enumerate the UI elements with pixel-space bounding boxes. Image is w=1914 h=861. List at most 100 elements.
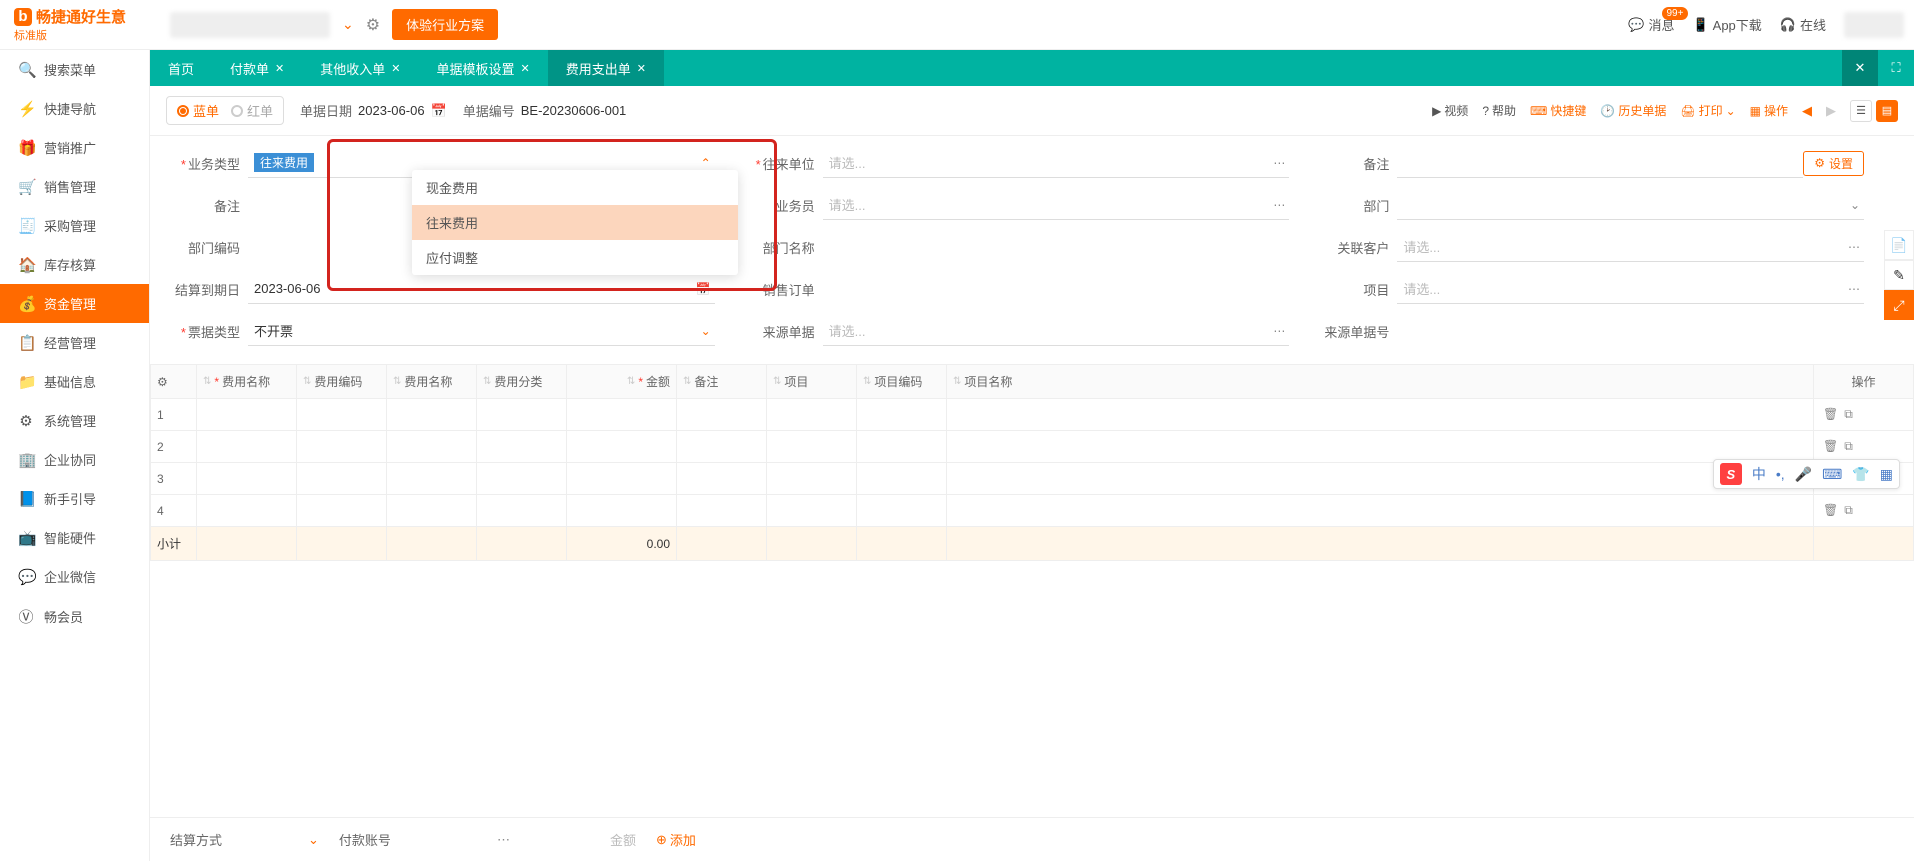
dropdown-option-ar[interactable]: 往来费用 (412, 205, 738, 240)
sidebar-item-search[interactable]: 🔍搜索菜单 (0, 50, 149, 89)
th-gear[interactable]: ⚙ (151, 365, 197, 399)
settle-method[interactable]: 结算方式⌄ (170, 830, 319, 849)
chevron-up-icon[interactable]: ⌃ (701, 156, 711, 170)
sidebar-item-purchase[interactable]: 🧾采购管理 (0, 206, 149, 245)
th-remark[interactable]: ⇅备注 (677, 365, 767, 399)
shortcut-link[interactable]: ⌨快捷键 (1530, 102, 1586, 119)
th-fee-name[interactable]: ⇅*费用名称 (197, 365, 297, 399)
sidebar-item-system[interactable]: ⚙系统管理 (0, 401, 149, 440)
more-icon[interactable]: ⋯ (1273, 324, 1285, 338)
float-note-button[interactable]: 📄 (1884, 230, 1914, 260)
close-icon[interactable]: ✕ (391, 62, 400, 75)
dept-name-input[interactable] (823, 232, 1290, 262)
th-proj-name[interactable]: ⇅项目名称 (947, 365, 1814, 399)
more-icon[interactable]: ⋯ (1273, 156, 1285, 170)
sidebar-item-marketing[interactable]: 🎁营销推广 (0, 128, 149, 167)
more-icon[interactable]: ⋯ (1848, 282, 1860, 296)
sidebar-item-basedata[interactable]: 📁基础信息 (0, 362, 149, 401)
amount-field[interactable]: 金额 (610, 830, 636, 849)
delete-icon[interactable]: 🗑 (1823, 407, 1838, 421)
sidebar-item-hardware[interactable]: 📺智能硬件 (0, 518, 149, 557)
close-icon[interactable]: ✕ (275, 62, 284, 75)
close-icon[interactable]: ✕ (637, 62, 646, 75)
table-row[interactable]: 1🗑⧉ (151, 399, 1914, 431)
float-expand-button[interactable]: ⤢ (1884, 290, 1914, 320)
radio-blue[interactable]: 蓝单 (177, 101, 219, 120)
ime-toolbar[interactable]: S 中 •, 🎤 ⌨ 👕 ▦ (1713, 459, 1900, 489)
more-icon[interactable]: ⋯ (1273, 198, 1285, 212)
sidebar-item-funds[interactable]: 💰资金管理 (0, 284, 149, 323)
table-row[interactable]: 4🗑⧉ (151, 495, 1914, 527)
radio-red[interactable]: 红单 (231, 101, 273, 120)
th-fee-name2[interactable]: ⇅费用名称 (387, 365, 477, 399)
src-doc-select[interactable]: 请选...⋯ (823, 316, 1290, 346)
dropdown-option-cash[interactable]: 现金费用 (412, 170, 738, 205)
th-fee-code[interactable]: ⇅费用编码 (297, 365, 387, 399)
org-selector[interactable] (170, 12, 330, 38)
messages-link[interactable]: 💬消息 99+ (1628, 15, 1674, 34)
chevron-down-icon[interactable]: ⌄ (701, 324, 711, 338)
dept-select[interactable]: ⌄ (1397, 190, 1864, 220)
tab-other-income[interactable]: 其他收入单✕ (302, 50, 418, 86)
copy-icon[interactable]: ⧉ (1844, 439, 1853, 453)
pay-account[interactable]: 付款账号⋯ (339, 830, 510, 849)
chevron-down-icon[interactable]: ⌄ (1850, 198, 1860, 212)
staff-select[interactable]: 请选...⋯ (823, 190, 1290, 220)
ime-keyboard-icon[interactable]: ⌨ (1822, 466, 1842, 483)
invoice-select[interactable]: 不开票⌄ (248, 316, 715, 346)
print-link[interactable]: 🖨打印⌄ (1680, 102, 1735, 119)
chevron-down-icon[interactable]: ⌄ (342, 16, 354, 33)
ime-punct-icon[interactable]: •, (1776, 466, 1785, 482)
trial-button[interactable]: 体验行业方案 (392, 9, 498, 40)
dropdown-option-adjust[interactable]: 应付调整 (412, 240, 738, 275)
tab-template[interactable]: 单据模板设置✕ (418, 50, 547, 86)
prev-button[interactable]: ◀ (1802, 103, 1812, 119)
table-row[interactable]: 3🗑⧉ (151, 463, 1914, 495)
tab-expense[interactable]: 费用支出单✕ (548, 50, 664, 86)
sales-order-input[interactable] (823, 274, 1290, 304)
delete-icon[interactable]: 🗑 (1823, 503, 1838, 517)
rel-cust-select[interactable]: 请选...⋯ (1397, 232, 1864, 262)
ime-lang[interactable]: 中 (1752, 464, 1766, 484)
sidebar-item-sales[interactable]: 🛒销售管理 (0, 167, 149, 206)
sidebar-item-wecom[interactable]: 💬企业微信 (0, 557, 149, 596)
ime-voice-icon[interactable]: 🎤 (1795, 466, 1812, 483)
float-edit-button[interactable]: ✎ (1884, 260, 1914, 290)
history-link[interactable]: 🕑历史单据 (1600, 102, 1666, 119)
fullscreen-button[interactable]: ⛶ (1878, 50, 1914, 86)
calendar-icon[interactable]: 📅 (431, 103, 447, 119)
ime-skin-icon[interactable]: 👕 (1852, 466, 1869, 483)
th-proj-code[interactable]: ⇅项目编码 (857, 365, 947, 399)
next-button[interactable]: ▶ (1826, 103, 1836, 119)
sidebar-item-operation[interactable]: 📋经营管理 (0, 323, 149, 362)
help-link[interactable]: ?帮助 (1482, 102, 1516, 119)
th-amount[interactable]: ⇅*金额 (567, 365, 677, 399)
sidebar-item-guide[interactable]: 📘新手引导 (0, 479, 149, 518)
ime-toolbox-icon[interactable]: ▦ (1880, 466, 1893, 483)
more-icon[interactable]: ⋯ (497, 832, 510, 848)
gear-icon[interactable]: ⚙ (366, 15, 380, 35)
view-detail-button[interactable]: ▤ (1876, 100, 1898, 122)
copy-icon[interactable]: ⧉ (1844, 407, 1853, 421)
sidebar-item-inventory[interactable]: 🏠库存核算 (0, 245, 149, 284)
view-list-button[interactable]: ☰ (1850, 100, 1872, 122)
app-download-link[interactable]: 📱App下载 (1692, 15, 1761, 34)
close-all-button[interactable]: ✕ (1842, 50, 1878, 86)
th-fee-cat[interactable]: ⇅费用分类 (477, 365, 567, 399)
remark-input[interactable] (1397, 148, 1803, 178)
calendar-icon[interactable]: 📅 (696, 282, 711, 296)
table-row[interactable]: 2🗑⧉ (151, 431, 1914, 463)
unit-select[interactable]: 请选...⋯ (823, 148, 1290, 178)
tab-home[interactable]: 首页 (150, 50, 212, 86)
add-button[interactable]: ⊕添加 (656, 830, 696, 849)
delete-icon[interactable]: 🗑 (1823, 439, 1838, 453)
close-icon[interactable]: ✕ (521, 62, 530, 75)
online-support-link[interactable]: 🎧在线 (1780, 15, 1826, 34)
remark-field[interactable] (1403, 155, 1797, 170)
copy-icon[interactable]: ⧉ (1844, 503, 1853, 517)
user-avatar[interactable] (1844, 12, 1904, 38)
field-value[interactable]: 2023-06-06 (358, 103, 425, 118)
settings-button[interactable]: ⚙设置 (1803, 151, 1864, 176)
sidebar-item-member[interactable]: Ⓥ畅会员 (0, 596, 149, 637)
chevron-down-icon[interactable]: ⌄ (308, 832, 319, 848)
